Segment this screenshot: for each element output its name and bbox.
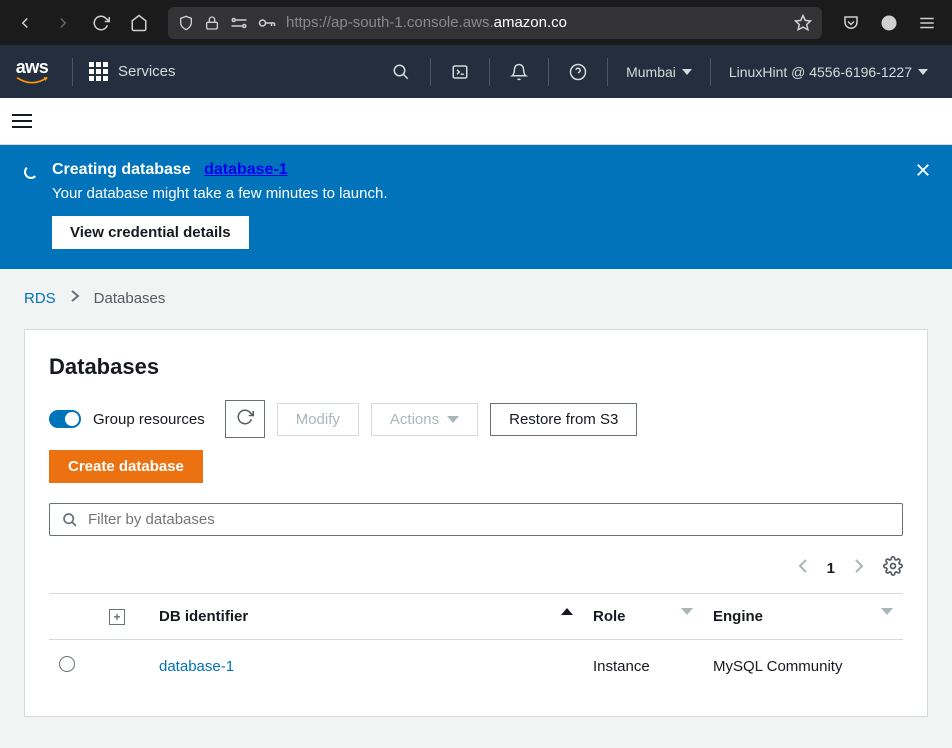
permissions-icon bbox=[230, 17, 248, 29]
home-button[interactable] bbox=[122, 6, 156, 40]
divider bbox=[710, 58, 711, 86]
pocket-icon[interactable] bbox=[834, 6, 868, 40]
toolbar: Group resources Modify Actions Restore f… bbox=[49, 400, 903, 438]
col-role[interactable]: Role bbox=[583, 594, 703, 640]
account-icon[interactable] bbox=[872, 6, 906, 40]
browser-toolbar: https://ap-south-1.console.aws.amazon.co bbox=[0, 0, 952, 45]
reload-button[interactable] bbox=[84, 6, 118, 40]
bookmark-star-icon[interactable] bbox=[794, 14, 812, 32]
back-button[interactable] bbox=[8, 6, 42, 40]
create-database-button[interactable]: Create database bbox=[49, 450, 203, 483]
spinner-icon bbox=[24, 165, 38, 179]
region-selector[interactable]: Mumbai bbox=[616, 64, 702, 80]
breadcrumb: RDS Databases bbox=[0, 269, 952, 315]
aws-top-nav: aws Services Mumbai LinuxHint @ 4556-619… bbox=[0, 45, 952, 98]
sub-bar bbox=[0, 98, 952, 145]
table-row: database-1 Instance MySQL Community bbox=[49, 640, 903, 693]
divider bbox=[430, 58, 431, 86]
breadcrumb-root[interactable]: RDS bbox=[24, 290, 56, 307]
gear-icon[interactable] bbox=[883, 556, 903, 581]
chevron-right-icon bbox=[70, 289, 80, 307]
view-credentials-button[interactable]: View credential details bbox=[52, 216, 249, 249]
search-icon bbox=[62, 512, 78, 528]
notifications-icon[interactable] bbox=[498, 51, 540, 93]
info-banner: Creating database database-1 Your databa… bbox=[0, 145, 952, 269]
services-menu[interactable]: Services bbox=[81, 56, 184, 87]
key-icon bbox=[258, 16, 276, 30]
divider bbox=[607, 58, 608, 86]
col-identifier[interactable]: DB identifier bbox=[149, 594, 583, 640]
group-resources-toggle[interactable] bbox=[49, 410, 81, 428]
expand-all-icon: + bbox=[109, 609, 125, 625]
sort-icon bbox=[881, 608, 893, 615]
url-bar[interactable]: https://ap-south-1.console.aws.amazon.co bbox=[168, 7, 822, 39]
actions-button[interactable]: Actions bbox=[371, 403, 478, 436]
page-title: Databases bbox=[49, 354, 903, 380]
aws-logo[interactable]: aws bbox=[14, 58, 50, 86]
cloudshell-icon[interactable] bbox=[439, 51, 481, 93]
grid-icon bbox=[89, 62, 108, 81]
databases-panel: Databases Group resources Modify Actions… bbox=[24, 329, 928, 717]
banner-subtitle: Your database might take a few minutes t… bbox=[52, 185, 932, 202]
next-page[interactable] bbox=[853, 557, 865, 580]
side-nav-toggle[interactable] bbox=[12, 114, 32, 128]
db-engine: MySQL Community bbox=[703, 640, 903, 693]
divider bbox=[489, 58, 490, 86]
shield-icon bbox=[178, 15, 194, 31]
sort-icon bbox=[681, 608, 693, 615]
refresh-button[interactable] bbox=[225, 400, 265, 438]
row-select-radio[interactable] bbox=[59, 656, 75, 672]
divider bbox=[548, 58, 549, 86]
services-label: Services bbox=[118, 63, 176, 80]
col-select bbox=[49, 594, 99, 640]
filter-input[interactable] bbox=[88, 511, 890, 528]
page-number: 1 bbox=[827, 560, 835, 577]
databases-table: + DB identifier Role Engine database-1 I… bbox=[49, 593, 903, 692]
banner-title: Creating database bbox=[52, 161, 191, 178]
lock-icon bbox=[204, 15, 220, 31]
caret-down-icon bbox=[447, 416, 459, 423]
sort-asc-icon bbox=[561, 608, 573, 615]
forward-button[interactable] bbox=[46, 6, 80, 40]
banner-db-link[interactable]: database-1 bbox=[204, 161, 288, 178]
col-engine[interactable]: Engine bbox=[703, 594, 903, 640]
caret-down-icon bbox=[682, 69, 692, 75]
db-role: Instance bbox=[583, 640, 703, 693]
pagination: 1 bbox=[49, 556, 903, 581]
db-identifier-link[interactable]: database-1 bbox=[159, 658, 234, 675]
prev-page[interactable] bbox=[797, 557, 809, 580]
close-icon[interactable] bbox=[914, 161, 932, 184]
modify-button[interactable]: Modify bbox=[277, 403, 359, 436]
url-text: https://ap-south-1.console.aws.amazon.co bbox=[286, 14, 567, 31]
search-icon[interactable] bbox=[380, 51, 422, 93]
account-menu[interactable]: LinuxHint @ 4556-6196-1227 bbox=[719, 64, 938, 80]
restore-button[interactable]: Restore from S3 bbox=[490, 403, 637, 436]
menu-icon[interactable] bbox=[910, 6, 944, 40]
filter-box[interactable] bbox=[49, 503, 903, 536]
group-resources-label: Group resources bbox=[93, 411, 205, 428]
breadcrumb-current: Databases bbox=[94, 290, 166, 307]
help-icon[interactable] bbox=[557, 51, 599, 93]
col-expand[interactable]: + bbox=[99, 594, 149, 640]
divider bbox=[72, 58, 73, 86]
caret-down-icon bbox=[918, 69, 928, 75]
